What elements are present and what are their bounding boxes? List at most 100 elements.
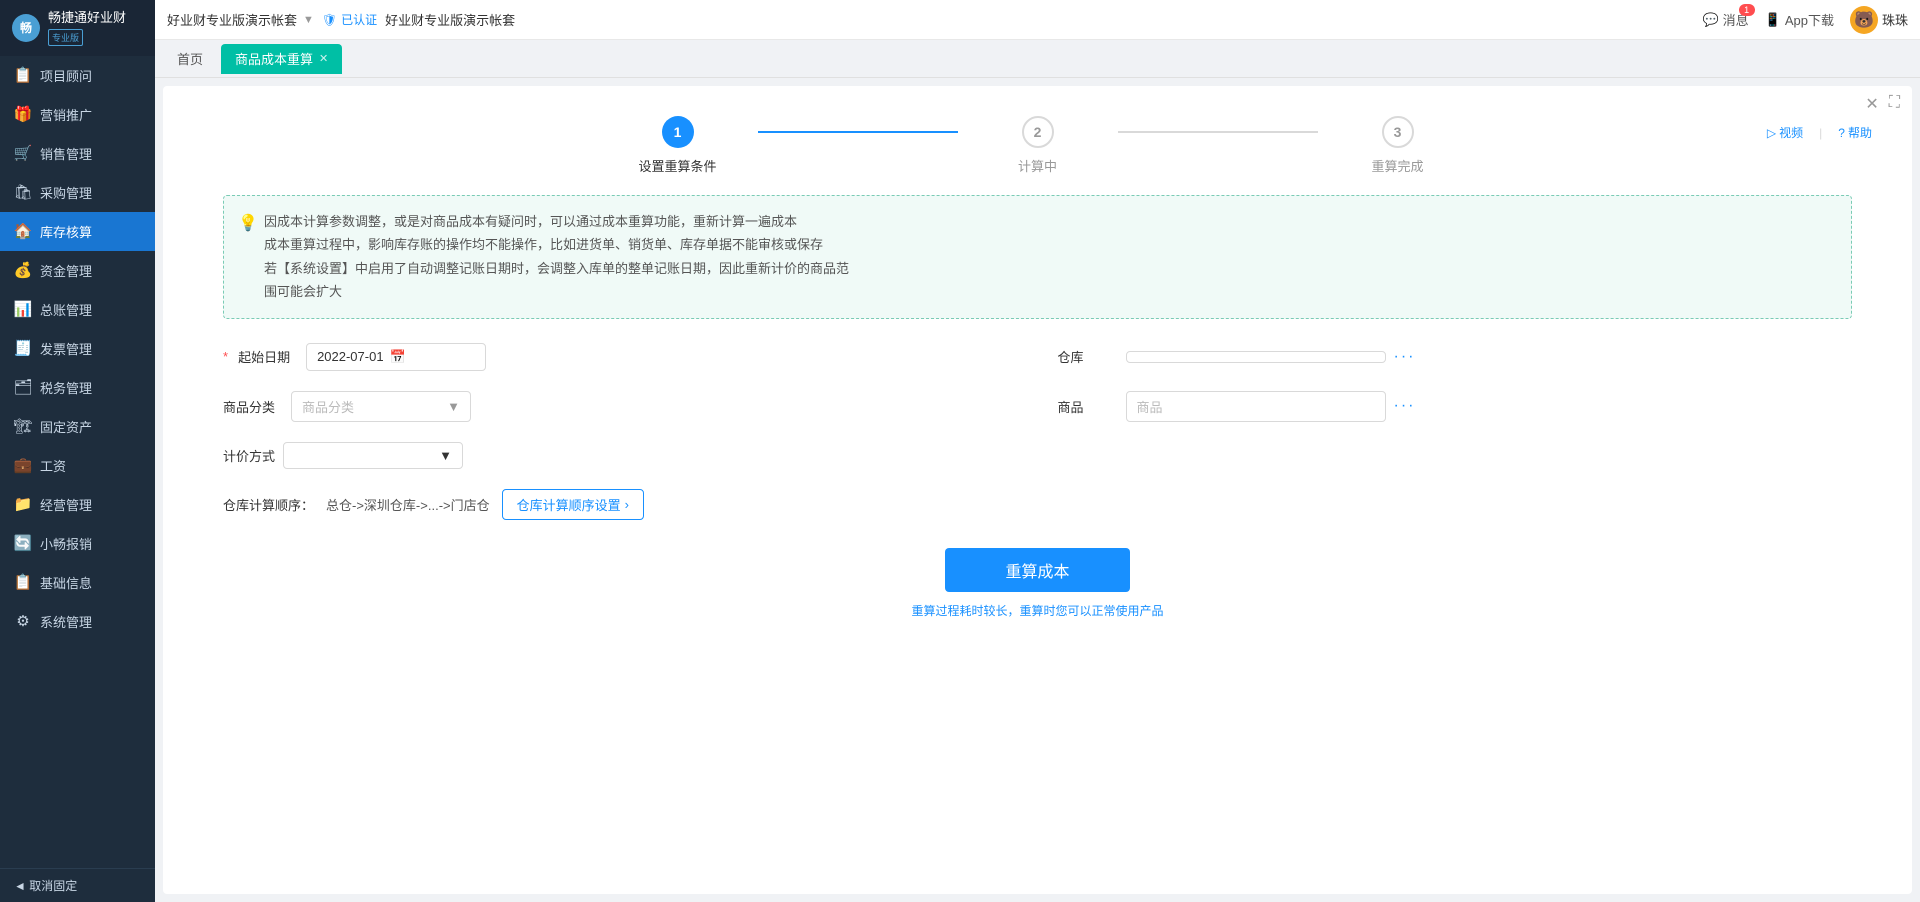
sidebar-item-project[interactable]: 📋 项目顾问 — [0, 56, 155, 95]
sidebar-item-tax[interactable]: 🗂 税务管理 — [0, 368, 155, 407]
main-area: 好业财专业版演示帐套 ▼ 🛡 已认证 好业财专业版演示帐套 💬 消息 1 📱 A… — [155, 0, 1920, 902]
sales-icon: 🛒 — [14, 144, 32, 162]
recalc-button[interactable]: 重算成本 — [945, 548, 1129, 592]
info-line-3: 若【系统设置】中启用了自动调整记账日期时，会调整入库单的整单记账日期，因此重新计… — [264, 257, 1835, 280]
basic-icon: 📋 — [14, 573, 32, 591]
topbar-right: 💬 消息 1 📱 App下载 🐻 珠珠 — [1702, 6, 1908, 34]
topbar: 好业财专业版演示帐套 ▼ 🛡 已认证 好业财专业版演示帐套 💬 消息 1 📱 A… — [155, 0, 1920, 40]
message-button[interactable]: 💬 消息 1 — [1702, 10, 1748, 29]
sidebar: 畅 畅捷通好业财 专业版 📋 项目顾问 🎁 营销推广 🛒 销售管理 🛍 采购管理… — [0, 0, 155, 902]
tab-close-icon[interactable]: ✕ — [319, 52, 328, 65]
play-icon: ▷ — [1767, 126, 1776, 140]
fixedasset-icon: 🏗 — [14, 417, 32, 435]
calendar-icon[interactable]: 📅 — [390, 349, 406, 365]
content-area: ✕ ⛶ 1 设置重算条件 2 计算中 3 重算完成 — [163, 86, 1912, 894]
sidebar-item-sales[interactable]: 🛒 销售管理 — [0, 134, 155, 173]
warehouse-more-icon[interactable]: ··· — [1394, 348, 1416, 366]
pricing-select[interactable]: ▼ — [283, 442, 463, 469]
sidebar-item-label-fixedasset: 固定资产 — [40, 417, 92, 436]
accounting-icon: 📊 — [14, 300, 32, 318]
sidebar-item-system[interactable]: ⚙ 系统管理 — [0, 602, 155, 641]
pricing-chevron-icon: ▼ — [439, 448, 452, 463]
app-download-label: App下载 — [1785, 10, 1834, 29]
product-more-icon[interactable]: ··· — [1394, 397, 1416, 415]
sidebar-item-invoice[interactable]: 🧾 发票管理 — [0, 329, 155, 368]
step-group: 1 设置重算条件 2 计算中 3 重算完成 — [598, 116, 1478, 175]
warehouse-order-label: 仓库计算顺序： — [223, 495, 314, 514]
help-divider: | — [1819, 126, 1822, 140]
logo-name: 畅捷通好业财 — [48, 10, 126, 27]
edition-badge: 专业版 — [48, 29, 83, 46]
step-line-1 — [758, 131, 958, 133]
video-label: 视频 — [1779, 124, 1803, 141]
step-3: 3 重算完成 — [1318, 116, 1478, 175]
sidebar-item-basic[interactable]: 📋 基础信息 — [0, 563, 155, 602]
sidebar-item-operation[interactable]: 📁 经营管理 — [0, 485, 155, 524]
sidebar-item-label-operation: 经营管理 — [40, 495, 92, 514]
form-row-1: * 起始日期 2022-07-01 📅 仓库 ··· — [223, 343, 1852, 371]
user-avatar: 🐻 — [1850, 6, 1878, 34]
help-icon: ? — [1838, 126, 1845, 140]
warehouse-order-value: 总仓->深圳仓库->...->门店仓 — [326, 495, 490, 514]
category-select[interactable]: 商品分类 ▼ — [291, 391, 471, 422]
sidebar-item-accounting[interactable]: 📊 总账管理 — [0, 290, 155, 329]
recalc-section: 重算成本 重算过程耗时较长，重算时您可以正常使用产品 — [223, 548, 1852, 619]
step-2-label: 计算中 — [1018, 156, 1057, 175]
info-icon: 💡 — [238, 210, 258, 239]
chevron-right-icon: › — [625, 497, 629, 512]
tab-recalc[interactable]: 商品成本重算 ✕ — [221, 44, 342, 74]
tab-recalc-label: 商品成本重算 — [235, 49, 313, 68]
pricing-label: 计价方式 — [223, 446, 283, 465]
purchase-icon: 🛍 — [14, 183, 32, 201]
salary-icon: 💼 — [14, 456, 32, 474]
sidebar-unpin[interactable]: ◄ 取消固定 — [0, 868, 155, 902]
sidebar-item-marketing[interactable]: 🎁 营销推广 — [0, 95, 155, 134]
sidebar-item-inventory[interactable]: 🏠 库存核算 — [0, 212, 155, 251]
sidebar-item-label-marketing: 营销推广 — [40, 105, 92, 124]
account-select[interactable]: 好业财专业版演示帐套 ▼ — [167, 10, 314, 29]
sidebar-item-purchase[interactable]: 🛍 采购管理 — [0, 173, 155, 212]
product-input[interactable]: 商品 — [1126, 391, 1386, 422]
tax-icon: 🗂 — [14, 378, 32, 396]
sidebar-item-label-finance: 资金管理 — [40, 261, 92, 280]
message-badge: 1 — [1739, 4, 1755, 16]
form-row-2: 商品分类 商品分类 ▼ 商品 商品 ··· — [223, 391, 1852, 422]
info-line-1: 因成本计算参数调整，或是对商品成本有疑问时，可以通过成本重算功能，重新计算一遍成… — [264, 210, 1835, 233]
user-menu[interactable]: 🐻 珠珠 — [1850, 6, 1908, 34]
app-download-button[interactable]: 📱 App下载 — [1765, 10, 1834, 29]
pricing-row: 计价方式 ▼ — [223, 442, 1852, 469]
sidebar-item-label-purchase: 采购管理 — [40, 183, 92, 202]
sidebar-item-label-sales: 销售管理 — [40, 144, 92, 163]
shield-icon: 🛡 — [322, 13, 337, 27]
verified-label: 已认证 — [341, 11, 377, 28]
sidebar-item-fixedasset[interactable]: 🏗 固定资产 — [0, 407, 155, 446]
step-2-circle: 2 — [1022, 116, 1054, 148]
warehouse-order-btn[interactable]: 仓库计算顺序设置 › — [502, 489, 644, 520]
step-2: 2 计算中 — [958, 116, 1118, 175]
tab-home-label: 首页 — [177, 49, 203, 68]
video-link[interactable]: ▷ 视频 — [1767, 124, 1803, 141]
tabbar: 首页 商品成本重算 ✕ — [155, 40, 1920, 78]
date-value: 2022-07-01 — [317, 349, 384, 364]
step-1: 1 设置重算条件 — [598, 116, 758, 175]
account-chevron-icon: ▼ — [303, 14, 314, 26]
verified-account: 好业财专业版演示帐套 — [385, 10, 515, 29]
tab-home[interactable]: 首页 — [163, 44, 217, 74]
sidebar-item-salary[interactable]: 💼 工资 — [0, 446, 155, 485]
sidebar-item-label-system: 系统管理 — [40, 612, 92, 631]
sidebar-item-expense[interactable]: 🔄 小畅报销 — [0, 524, 155, 563]
expense-icon: 🔄 — [14, 534, 32, 552]
sidebar-item-finance[interactable]: 💰 资金管理 — [0, 251, 155, 290]
warehouse-input[interactable] — [1126, 351, 1386, 363]
product-placeholder: 商品 — [1137, 397, 1163, 416]
sidebar-item-label-basic: 基础信息 — [40, 573, 92, 592]
help-link[interactable]: ? 帮助 — [1838, 124, 1872, 141]
step-1-circle: 1 — [662, 116, 694, 148]
logo-icon: 畅 — [12, 14, 40, 42]
start-date-input[interactable]: 2022-07-01 📅 — [306, 343, 486, 371]
start-date-field: * 起始日期 2022-07-01 📅 — [223, 343, 1018, 371]
warehouse-label: 仓库 — [1058, 347, 1118, 366]
warehouse-order-btn-label: 仓库计算顺序设置 — [517, 495, 621, 514]
step-line-2 — [1118, 131, 1318, 133]
sidebar-logo: 畅 畅捷通好业财 专业版 — [0, 0, 155, 56]
